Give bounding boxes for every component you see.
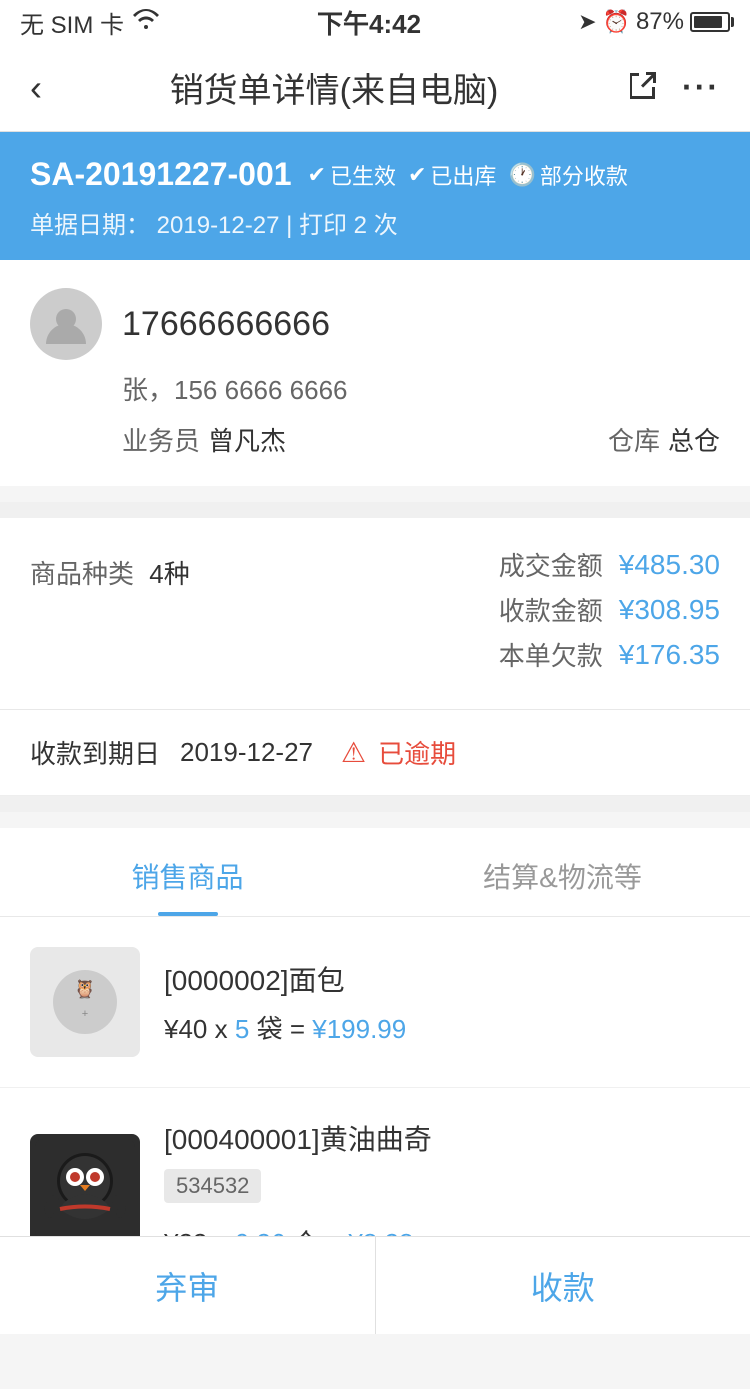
status-tag-shipped: ✔ 已出库 (408, 159, 496, 191)
more-icon[interactable]: ··· (682, 69, 720, 106)
amounts-section: 商品种类 4种 成交金额 ¥485.30 收款金额 ¥308.95 本单欠款 ¥… (0, 518, 750, 709)
sales-label: 业务员 (122, 421, 200, 458)
nav-bar: ‹ 销货单详情(来自电脑) ··· (0, 44, 750, 132)
product-list: 🦉 + [0000002]面包 ¥40 x 5 袋 = ¥199.99 (0, 917, 750, 1291)
overdue-icon: ⚠ (341, 736, 366, 769)
order-id: SA-20191227-001 (30, 156, 292, 193)
order-id-row: SA-20191227-001 ✔ 已生效 ✔ 已出库 🕐 部分收款 (30, 156, 720, 193)
payment-button[interactable]: 收款 (376, 1237, 750, 1334)
receipt-amount-row: 收款金额 ¥308.95 (375, 591, 720, 628)
product-qty-1: 5 (235, 1014, 249, 1044)
status-right: ➤ ⏰ 87% (578, 8, 730, 36)
warehouse-name: 总仓 (668, 421, 720, 458)
check-icon-2: ✔ (408, 162, 426, 188)
debt-label: 本单欠款 (499, 636, 603, 673)
overdue-tag: 已逾期 (378, 734, 456, 771)
wifi-icon (132, 8, 160, 36)
carrier-label: 无 SIM 卡 (20, 5, 124, 40)
deal-label: 成交金额 (499, 546, 603, 583)
status-time: 下午4:42 (317, 4, 421, 41)
due-date-label: 收款到期日 (30, 734, 160, 771)
customer-phone: 17666666666 (122, 305, 330, 344)
nav-actions: ··· (626, 68, 720, 107)
product-total-1: ¥199.99 (312, 1014, 406, 1044)
clock-icon: 🕐 (508, 162, 535, 188)
divider-1 (0, 502, 750, 518)
tabs-section: 销售商品 结算&物流等 (0, 828, 750, 917)
customer-info-row: 业务员 曾凡杰 仓库 总仓 (122, 421, 720, 458)
status-tags: ✔ 已生效 ✔ 已出库 🕐 部分收款 (308, 159, 628, 191)
bottom-bar: 弃审 收款 (0, 1236, 750, 1334)
battery-icon (690, 12, 730, 32)
customer-name-phone: 张，156 6666 6666 (122, 370, 720, 407)
avatar (30, 288, 102, 360)
amounts-right: 成交金额 ¥485.30 收款金额 ¥308.95 本单欠款 ¥176.35 (375, 546, 720, 681)
status-tag-partial: 🕐 部分收款 (508, 159, 627, 191)
tab-settlement[interactable]: 结算&物流等 (375, 828, 750, 916)
sales-name: 曾凡杰 (208, 421, 286, 458)
divider-2 (0, 796, 750, 812)
product-thumb-1: 🦉 + (30, 947, 140, 1057)
product-thumb-2 (30, 1134, 140, 1244)
share-icon[interactable] (626, 68, 658, 107)
product-name-2: [000400001]黄油曲奇 (164, 1118, 720, 1158)
deal-amount-row: 成交金额 ¥485.30 (375, 546, 720, 583)
abandon-review-button[interactable]: 弃审 (0, 1237, 376, 1334)
product-sku-2: 534532 (164, 1169, 261, 1203)
product-types-count: 4种 (149, 559, 189, 589)
product-item-1: 🦉 + [0000002]面包 ¥40 x 5 袋 = ¥199.99 (0, 917, 750, 1088)
customer-row: 17666666666 (30, 288, 720, 360)
status-bar: 无 SIM 卡 下午4:42 ➤ ⏰ 87% (0, 0, 750, 44)
alarm-icon: ⏰ (603, 9, 630, 35)
order-banner: SA-20191227-001 ✔ 已生效 ✔ 已出库 🕐 部分收款 单据日期：… (0, 132, 750, 260)
receipt-value: ¥308.95 (619, 594, 720, 626)
debt-value: ¥176.35 (619, 639, 720, 671)
due-date-value: 2019-12-27 (180, 737, 313, 768)
status-tag-effective: ✔ 已生效 (308, 159, 396, 191)
check-icon-1: ✔ (308, 162, 326, 188)
battery-label: 87% (636, 8, 684, 36)
tab-sales-products[interactable]: 销售商品 (0, 828, 375, 916)
order-date-row: 单据日期： 2019-12-27 | 打印 2 次 (30, 205, 720, 240)
warehouse-label: 仓库 (608, 421, 660, 458)
svg-text:+: + (82, 1008, 88, 1020)
deal-value: ¥485.30 (619, 549, 720, 581)
product-name-1: [0000002]面包 (164, 959, 720, 999)
debt-amount-row: 本单欠款 ¥176.35 (375, 636, 720, 673)
product-info-1: [0000002]面包 ¥40 x 5 袋 = ¥199.99 (164, 959, 720, 1046)
location-icon: ➤ (578, 9, 596, 35)
due-date-section: 收款到期日 2019-12-27 ⚠ 已逾期 (0, 710, 750, 796)
customer-section: 17666666666 张，156 6666 6666 业务员 曾凡杰 仓库 总… (0, 260, 750, 486)
page-title: 销货单详情(来自电脑) (170, 63, 499, 112)
back-button[interactable]: ‹ (30, 67, 42, 109)
product-types-label: 商品种类 (30, 559, 134, 589)
amounts-left: 商品种类 4种 (30, 546, 375, 591)
svg-text:🦉: 🦉 (74, 979, 96, 999)
product-price-1: ¥40 x 5 袋 = ¥199.99 (164, 1009, 720, 1046)
status-left: 无 SIM 卡 (20, 5, 160, 40)
receipt-label: 收款金额 (499, 591, 603, 628)
